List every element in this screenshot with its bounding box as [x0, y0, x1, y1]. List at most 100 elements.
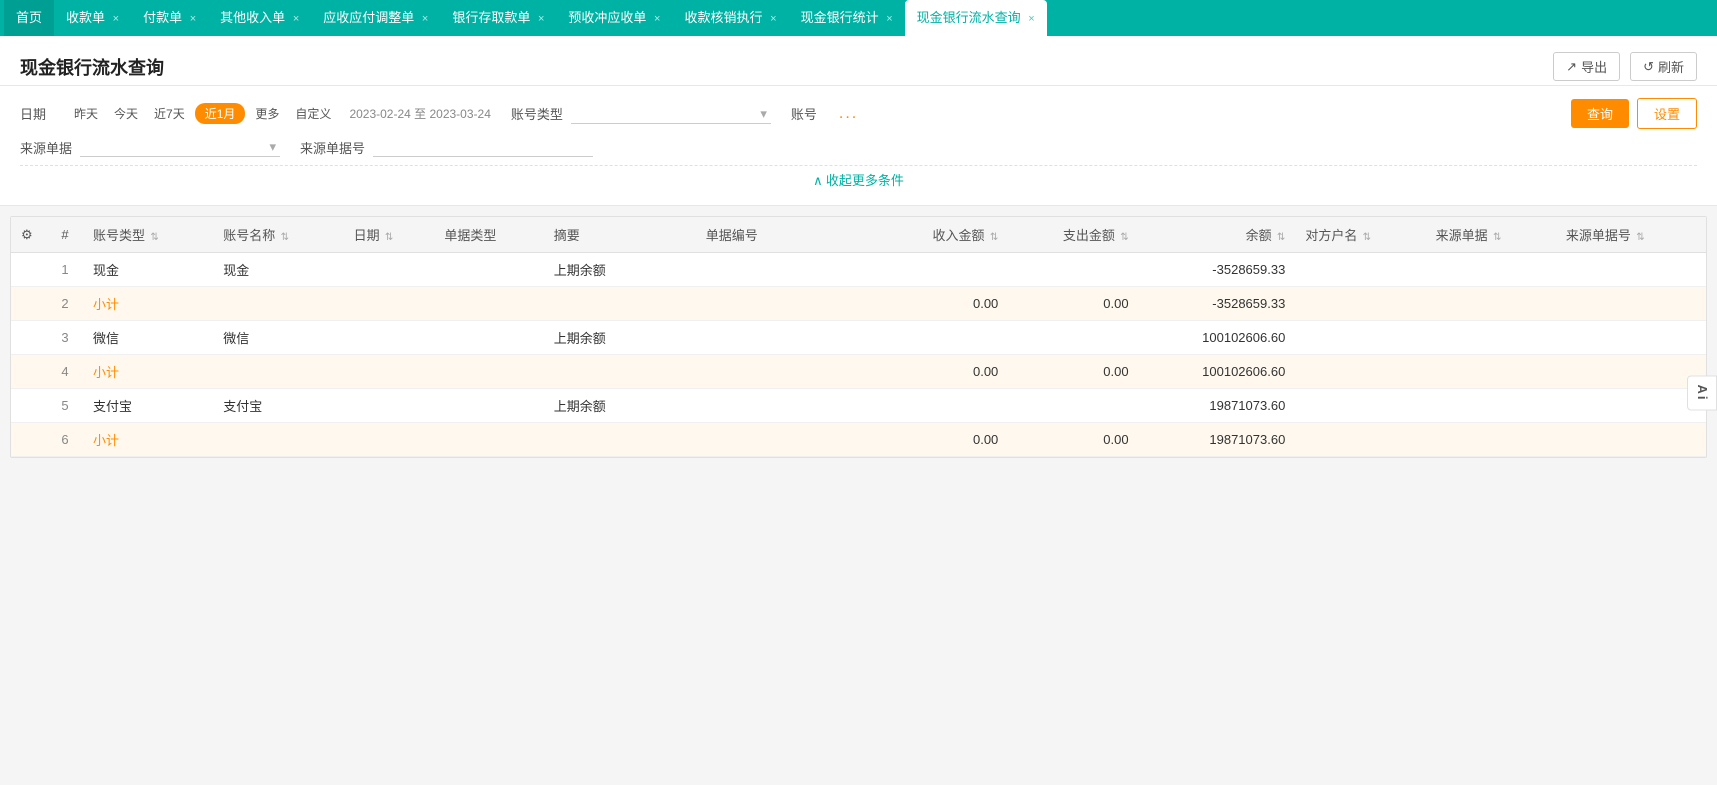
nav-close-receipts[interactable]: ×	[113, 13, 119, 25]
nav-close-ar-ap-adjust[interactable]: ×	[422, 13, 428, 25]
nav-label-advance-recv: 预收冲应收单	[568, 10, 646, 25]
nav-item-bank-deposit[interactable]: 银行存取款单 ×	[440, 0, 556, 36]
row-counterpart	[1295, 423, 1425, 457]
nav-item-advance-recv[interactable]: 预收冲应收单 ×	[556, 0, 672, 36]
sort-icon-account-type: ⇅	[150, 232, 158, 243]
column-counterpart[interactable]: 对方户名 ⇅	[1295, 217, 1425, 253]
nav-close-advance-recv[interactable]: ×	[654, 13, 660, 25]
sort-icon-account-name: ⇅	[281, 232, 289, 243]
row-balance: -3528659.33	[1139, 253, 1296, 287]
row-gear-cell	[11, 389, 47, 423]
nav-close-other-income[interactable]: ×	[293, 13, 299, 25]
account-label: 账号	[791, 104, 831, 123]
account-dots-button[interactable]: ...	[839, 105, 858, 123]
refresh-button[interactable]: ↺ 刷新	[1630, 52, 1697, 81]
date-btn-more[interactable]: 更多	[249, 103, 285, 124]
row-doc-type	[434, 287, 543, 321]
nav-close-cash-bank-flow[interactable]: ×	[1028, 13, 1034, 25]
row-income: 0.00	[878, 423, 1008, 457]
page-header: 现金银行流水查询 ↗ 导出 ↺ 刷新	[0, 36, 1717, 86]
column-account-name[interactable]: 账号名称 ⇅	[213, 217, 343, 253]
nav-item-ar-ap-adjust[interactable]: 应收应付调整单 ×	[311, 0, 440, 36]
source-doc-no-input[interactable]	[373, 137, 593, 157]
date-label: 日期	[20, 104, 60, 123]
date-btn-today[interactable]: 今天	[108, 103, 144, 124]
column-balance[interactable]: 余额 ⇅	[1139, 217, 1296, 253]
row-gear-cell	[11, 321, 47, 355]
source-doc-label: 来源单据	[20, 138, 72, 157]
nav-item-payments[interactable]: 付款单 ×	[131, 0, 208, 36]
row-doc-no	[696, 423, 878, 457]
row-source-doc-no	[1556, 389, 1706, 423]
column-source-doc[interactable]: 来源单据 ⇅	[1426, 217, 1556, 253]
date-btn-7days[interactable]: 近7天	[148, 103, 191, 124]
ai-assistant-button[interactable]: Ai	[1687, 375, 1717, 410]
row-doc-no	[696, 355, 878, 389]
account-filter-group: 账号 ...	[791, 104, 858, 123]
row-summary	[544, 287, 696, 321]
nav-label-payments: 付款单	[143, 10, 182, 25]
export-button[interactable]: ↗ 导出	[1553, 52, 1620, 81]
row-source-doc-no	[1556, 423, 1706, 457]
row-account-name	[213, 287, 343, 321]
nav-close-recv-writeoff[interactable]: ×	[770, 13, 776, 25]
settings-button[interactable]: 设置	[1637, 98, 1697, 129]
nav-item-home[interactable]: 首页	[4, 0, 54, 36]
table-row: 5 支付宝 支付宝 上期余额 19871073.60	[11, 389, 1706, 423]
column-income[interactable]: 收入金额 ⇅	[878, 217, 1008, 253]
row-date	[344, 389, 435, 423]
row-source-doc-no	[1556, 321, 1706, 355]
nav-close-cash-bank-stat[interactable]: ×	[886, 13, 892, 25]
export-label: 导出	[1581, 57, 1607, 76]
date-btn-yesterday[interactable]: 昨天	[68, 103, 104, 124]
nav-label-receipts: 收款单	[66, 10, 105, 25]
table-row: 1 现金 现金 上期余额 -3528659.33	[11, 253, 1706, 287]
date-options: 昨天 今天 近7天 近1月 更多 自定义	[68, 103, 337, 124]
source-doc-select-wrapper: ▾	[80, 137, 280, 157]
collapse-bar[interactable]: ∧ 收起更多条件	[20, 165, 1697, 193]
row-counterpart	[1295, 253, 1425, 287]
nav-item-cash-bank-flow[interactable]: 现金银行流水查询 ×	[905, 0, 1047, 36]
row-counterpart	[1295, 355, 1425, 389]
row-balance: 19871073.60	[1139, 423, 1296, 457]
filter-area: 日期 昨天 今天 近7天 近1月 更多 自定义 2023-02-24 至 202…	[0, 86, 1717, 206]
row-seq: 4	[47, 355, 83, 389]
row-seq: 3	[47, 321, 83, 355]
column-expense[interactable]: 支出金额 ⇅	[1008, 217, 1138, 253]
row-source-doc	[1426, 355, 1556, 389]
column-source-doc-no[interactable]: 来源单据号 ⇅	[1556, 217, 1706, 253]
column-date[interactable]: 日期 ⇅	[344, 217, 435, 253]
nav-item-cash-bank-stat[interactable]: 现金银行统计 ×	[789, 0, 905, 36]
column-gear[interactable]: ⚙	[11, 217, 47, 253]
row-income	[878, 321, 1008, 355]
query-button[interactable]: 查询	[1571, 99, 1629, 128]
nav-item-receipts[interactable]: 收款单 ×	[54, 0, 131, 36]
table-body: 1 现金 现金 上期余额 -3528659.33 2 小计 0.00 0.00 …	[11, 253, 1706, 457]
table-row: 3 微信 微信 上期余额 100102606.60	[11, 321, 1706, 355]
row-source-doc	[1426, 423, 1556, 457]
nav-item-other-income[interactable]: 其他收入单 ×	[208, 0, 311, 36]
account-type-select[interactable]	[571, 104, 771, 124]
row-counterpart	[1295, 287, 1425, 321]
table-header-row: ⚙ # 账号类型 ⇅ 账号名称 ⇅ 日期 ⇅ 单据类型	[11, 217, 1706, 253]
gear-icon: ⚙	[21, 227, 33, 242]
column-seq: #	[47, 217, 83, 253]
row-balance: 100102606.60	[1139, 321, 1296, 355]
date-btn-custom[interactable]: 自定义	[289, 103, 337, 124]
nav-item-recv-writeoff[interactable]: 收款核销执行 ×	[672, 0, 788, 36]
row-summary: 上期余额	[544, 253, 696, 287]
nav-close-payments[interactable]: ×	[190, 13, 196, 25]
row-counterpart	[1295, 389, 1425, 423]
sort-icon-source-doc: ⇅	[1493, 232, 1501, 243]
nav-close-bank-deposit[interactable]: ×	[538, 13, 544, 25]
sort-icon-counterpart: ⇅	[1363, 232, 1371, 243]
row-seq: 5	[47, 389, 83, 423]
date-btn-1month[interactable]: 近1月	[195, 103, 246, 124]
source-doc-select[interactable]	[80, 137, 280, 157]
row-expense	[1008, 321, 1138, 355]
nav-label-cash-bank-flow: 现金银行流水查询	[917, 10, 1021, 25]
table-row: 4 小计 0.00 0.00 100102606.60	[11, 355, 1706, 389]
ai-label: Ai	[1695, 384, 1710, 401]
column-account-type[interactable]: 账号类型 ⇅	[83, 217, 213, 253]
row-account-name	[213, 423, 343, 457]
